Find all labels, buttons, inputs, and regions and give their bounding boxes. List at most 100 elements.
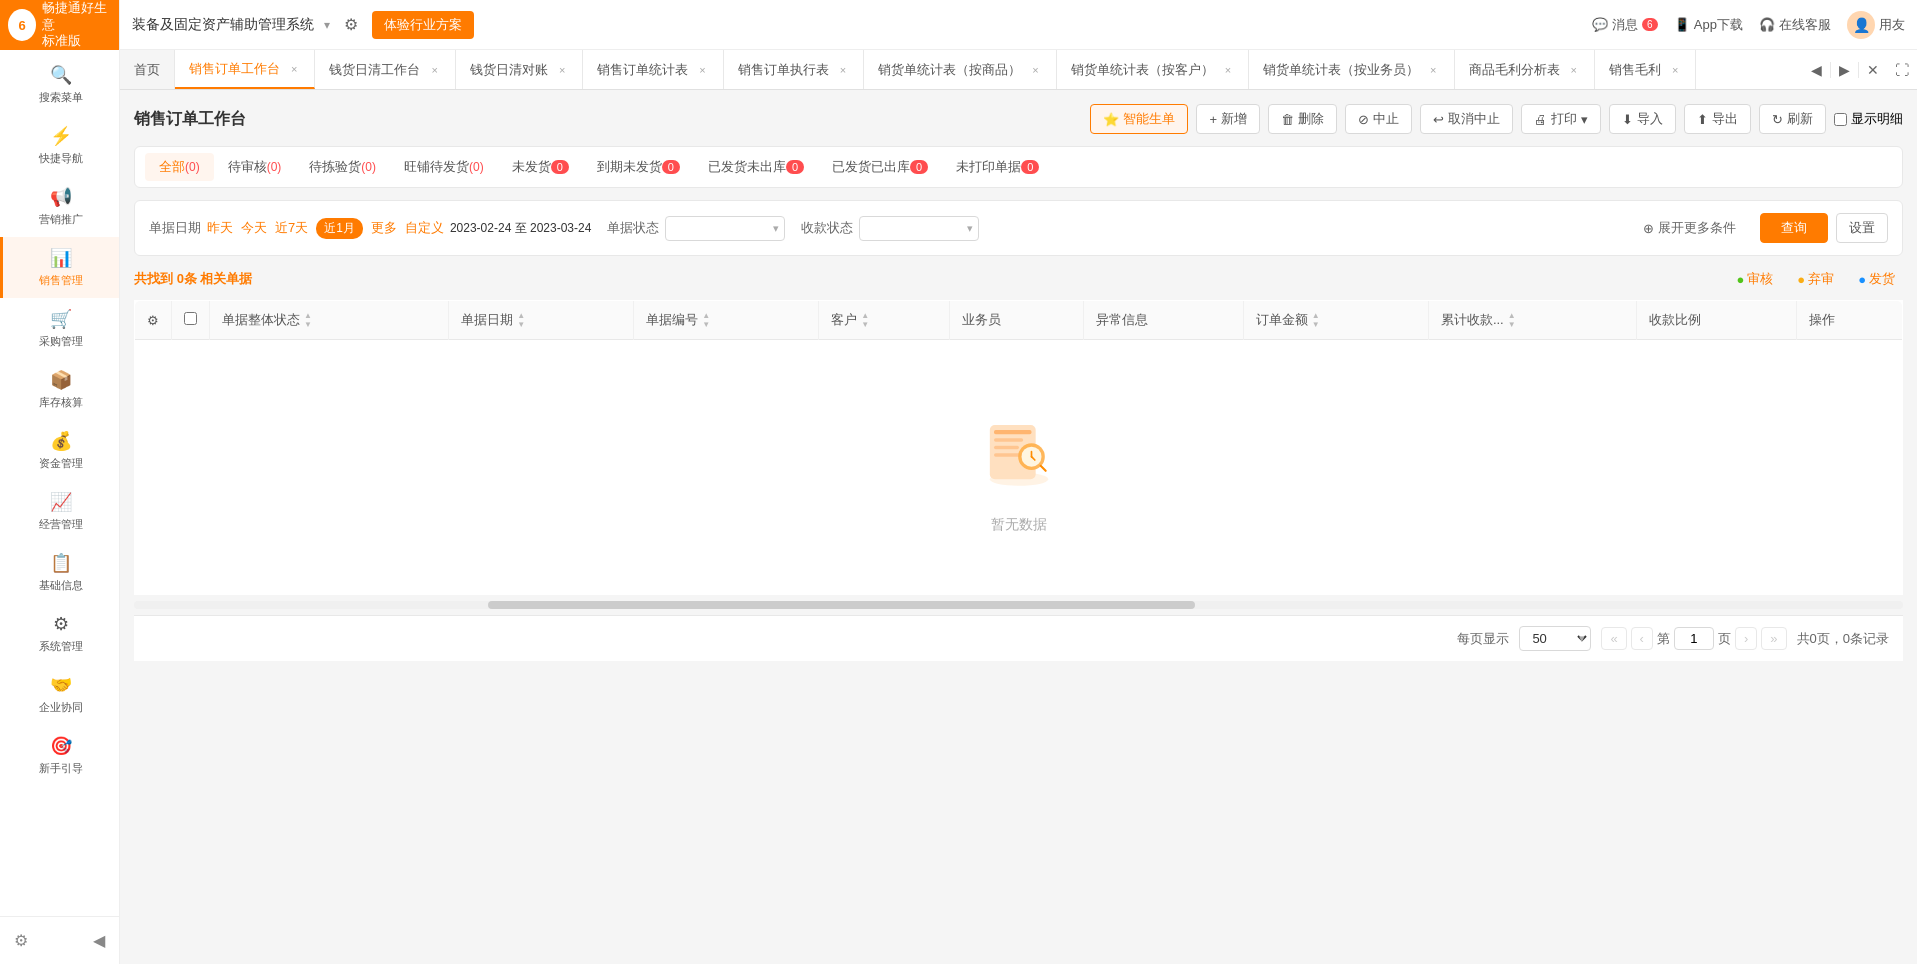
reset-btn[interactable]: 设置 xyxy=(1836,213,1888,243)
user-menu[interactable]: 👤 用友 xyxy=(1847,11,1905,39)
date-option-近7天[interactable]: 近7天 xyxy=(275,219,308,237)
tab-cash-daily[interactable]: 钱货日清工作台× xyxy=(315,50,455,89)
show-detail-checkbox[interactable] xyxy=(1834,113,1847,126)
sidebar-item-basic-info[interactable]: 📋基础信息 xyxy=(0,542,119,603)
sidebar-item-search[interactable]: 🔍搜索菜单 xyxy=(0,54,119,115)
sub-tab-not-printed[interactable]: 未打印单据0 xyxy=(942,153,1053,181)
next-page-btn[interactable]: › xyxy=(1735,627,1757,650)
tab-close-sales-workbench[interactable]: × xyxy=(288,62,300,76)
sub-tab-pending-inspect[interactable]: 待拣验货(0) xyxy=(295,153,390,181)
app-download-btn[interactable]: 📱 App下载 xyxy=(1674,16,1743,34)
tab-close-cash-reconcile[interactable]: × xyxy=(556,63,568,77)
sidebar-item-purchase[interactable]: 🛒采购管理 xyxy=(0,298,119,359)
industry-btn[interactable]: 体验行业方案 xyxy=(372,11,474,39)
tab-prev-icon[interactable]: ◀ xyxy=(1803,62,1831,78)
query-btn[interactable]: 查询 xyxy=(1760,213,1828,243)
col-header-amount[interactable]: 订单金额▲▼ xyxy=(1243,301,1428,340)
tab-cash-reconcile[interactable]: 钱货日清对账× xyxy=(456,50,583,89)
select-all-checkbox[interactable] xyxy=(184,312,197,325)
cancel-stop-btn[interactable]: ↩ 取消中止 xyxy=(1420,104,1513,134)
col-header-number[interactable]: 单据编号▲▼ xyxy=(634,301,819,340)
sort-icon-collected[interactable]: ▲▼ xyxy=(1508,312,1516,329)
date-option-自定义[interactable]: 自定义 xyxy=(405,219,444,237)
revoke-btn[interactable]: ● 弃审 xyxy=(1789,266,1842,292)
tab-sales-stats-product[interactable]: 销货单统计表（按商品）× xyxy=(864,50,1056,89)
tab-expand-icon[interactable]: ⛶ xyxy=(1887,50,1917,89)
tab-sales-stats-customer[interactable]: 销货单统计表（按客户）× xyxy=(1057,50,1249,89)
export-btn[interactable]: ⬆ 导出 xyxy=(1684,104,1751,134)
tab-next-icon[interactable]: ▶ xyxy=(1831,62,1859,78)
sub-tab-all[interactable]: 全部(0) xyxy=(145,153,214,181)
tab-close-gross-profit[interactable]: × xyxy=(1568,63,1580,77)
sidebar-item-inventory[interactable]: 📦库存核算 xyxy=(0,359,119,420)
scrollbar-thumb[interactable] xyxy=(488,601,1196,609)
message-btn[interactable]: 💬 消息 6 xyxy=(1592,16,1658,34)
tab-order-execute[interactable]: 销售订单执行表× xyxy=(724,50,864,89)
tab-home[interactable]: 首页 xyxy=(120,50,175,89)
page-size-select[interactable]: 50 20 100 xyxy=(1519,626,1591,651)
status-select[interactable] xyxy=(665,216,785,241)
sort-icon-date[interactable]: ▲▼ xyxy=(517,312,525,329)
sub-tab-shop-pending-ship[interactable]: 旺铺待发货(0) xyxy=(390,153,498,181)
date-option-昨天[interactable]: 昨天 xyxy=(207,219,233,237)
audit-btn[interactable]: ● 审核 xyxy=(1728,266,1781,292)
smart-create-btn[interactable]: ⭐ 智能生单 xyxy=(1090,104,1188,134)
sidebar-item-system[interactable]: ⚙系统管理 xyxy=(0,603,119,664)
col-header-status[interactable]: 单据整体状态▲▼ xyxy=(210,301,449,340)
sidebar-item-quick-nav[interactable]: ⚡快捷导航 xyxy=(0,115,119,176)
add-btn[interactable]: + 新增 xyxy=(1196,104,1260,134)
sort-icon-amount[interactable]: ▲▼ xyxy=(1312,312,1320,329)
collapse-icon[interactable]: ◀ xyxy=(89,927,109,954)
ship-btn[interactable]: ● 发货 xyxy=(1850,266,1903,292)
sub-tab-not-shipped[interactable]: 未发货0 xyxy=(498,153,583,181)
sub-tab-pending-audit[interactable]: 待审核(0) xyxy=(214,153,296,181)
stop-btn[interactable]: ⊘ 中止 xyxy=(1345,104,1412,134)
expand-filter-btn[interactable]: ⊕ 展开更多条件 xyxy=(1643,219,1736,237)
sidebar-item-guide[interactable]: 🎯新手引导 xyxy=(0,725,119,786)
tab-sales-more[interactable]: 销售毛利× xyxy=(1595,50,1696,89)
tab-order-stats[interactable]: 销售订单统计表× xyxy=(583,50,723,89)
col-header-customer[interactable]: 客户▲▼ xyxy=(819,301,950,340)
show-detail-label[interactable]: 显示明细 xyxy=(1834,110,1903,128)
tab-sales-workbench[interactable]: 销售订单工作台× xyxy=(175,50,315,89)
tab-close-order-stats[interactable]: × xyxy=(696,63,708,77)
sort-icon-status[interactable]: ▲▼ xyxy=(304,312,312,329)
print-btn[interactable]: 🖨 打印 ▾ xyxy=(1521,104,1601,134)
sub-tab-shipped-not-warehoused[interactable]: 已发货未出库0 xyxy=(694,153,818,181)
tab-close-cash-daily[interactable]: × xyxy=(428,63,440,77)
sub-tab-expired-not-shipped[interactable]: 到期未发货0 xyxy=(583,153,694,181)
last-page-btn[interactable]: » xyxy=(1761,627,1786,650)
col-header-collected[interactable]: 累计收款...▲▼ xyxy=(1428,301,1636,340)
sort-icon-number[interactable]: ▲▼ xyxy=(702,312,710,329)
tab-close-order-execute[interactable]: × xyxy=(837,63,849,77)
col-header-date[interactable]: 单据日期▲▼ xyxy=(449,301,634,340)
payment-select[interactable] xyxy=(859,216,979,241)
tab-close-all-icon[interactable]: ✕ xyxy=(1859,50,1887,89)
date-option-今天[interactable]: 今天 xyxy=(241,219,267,237)
horizontal-scrollbar[interactable] xyxy=(134,601,1903,609)
delete-btn[interactable]: 🗑 删除 xyxy=(1268,104,1337,134)
refresh-btn[interactable]: ↻ 刷新 xyxy=(1759,104,1826,134)
sidebar-item-enterprise[interactable]: 🤝企业协同 xyxy=(0,664,119,725)
sort-icon-customer[interactable]: ▲▼ xyxy=(861,312,869,329)
tab-close-sales-stats-staff[interactable]: × xyxy=(1427,63,1439,77)
tab-gross-profit[interactable]: 商品毛利分析表× xyxy=(1455,50,1595,89)
tab-sales-stats-staff[interactable]: 销货单统计表（按业务员）× xyxy=(1249,50,1454,89)
page-input[interactable] xyxy=(1674,627,1714,650)
sidebar-item-marketing[interactable]: 📢营销推广 xyxy=(0,176,119,237)
tab-close-sales-stats-customer[interactable]: × xyxy=(1222,63,1234,77)
sidebar-item-finance[interactable]: 💰资金管理 xyxy=(0,420,119,481)
date-option-更多[interactable]: 更多 xyxy=(371,219,397,237)
sidebar-item-sales[interactable]: 📊销售管理 xyxy=(0,237,119,298)
prev-page-btn[interactable]: ‹ xyxy=(1631,627,1653,650)
col-settings-icon[interactable]: ⚙ xyxy=(147,313,159,328)
tab-close-sales-more[interactable]: × xyxy=(1669,63,1681,77)
sidebar-item-operations[interactable]: 📈经营管理 xyxy=(0,481,119,542)
import-btn[interactable]: ⬇ 导入 xyxy=(1609,104,1676,134)
online-service-btn[interactable]: 🎧 在线客服 xyxy=(1759,16,1831,34)
tab-close-sales-stats-product[interactable]: × xyxy=(1029,63,1041,77)
sub-tab-shipped-warehoused[interactable]: 已发货已出库0 xyxy=(818,153,942,181)
settings-icon[interactable]: ⚙ xyxy=(10,927,32,954)
gear-icon[interactable]: ⚙ xyxy=(340,11,362,38)
date-option-近1月[interactable]: 近1月 xyxy=(316,218,363,239)
